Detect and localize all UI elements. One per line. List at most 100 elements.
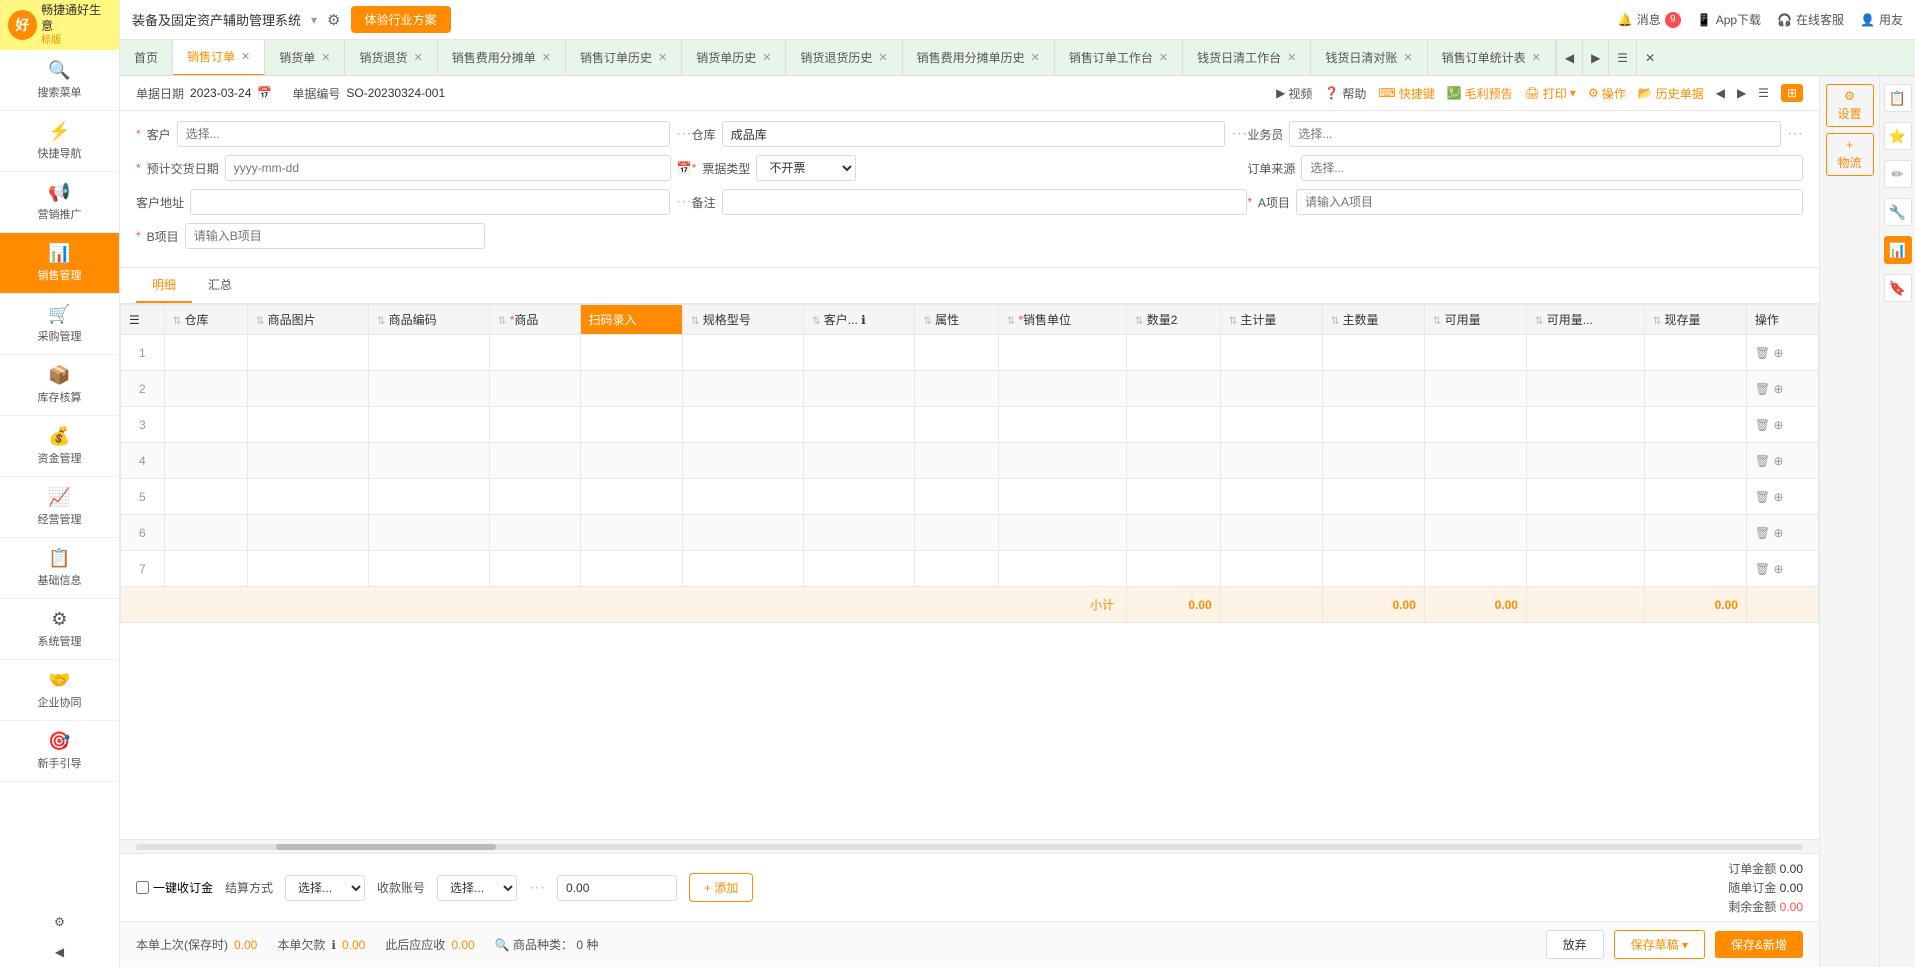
cell-avail2[interactable] bbox=[1526, 479, 1644, 515]
right-panel-icon-2[interactable]: ⭐ bbox=[1884, 122, 1912, 150]
salesperson-more-icon[interactable]: ··· bbox=[1787, 125, 1803, 143]
col-settings[interactable]: ☰ bbox=[121, 305, 165, 335]
cell-image[interactable] bbox=[247, 479, 368, 515]
tab-next-btn[interactable]: ▶ bbox=[1582, 40, 1608, 76]
copy-icon[interactable]: ⊕ bbox=[1774, 346, 1784, 360]
cell-main-qty[interactable] bbox=[1322, 371, 1424, 407]
tab-order-workbench[interactable]: 销售订单工作台 ✕ bbox=[1055, 40, 1183, 76]
cell-goods[interactable] bbox=[489, 443, 580, 479]
cell-stock[interactable] bbox=[1644, 371, 1746, 407]
cell-image[interactable] bbox=[247, 371, 368, 407]
tab-close-icon[interactable]: ✕ bbox=[241, 50, 250, 63]
notice-btn[interactable]: 🔔 消息 9 bbox=[1618, 11, 1681, 28]
cell-attr[interactable] bbox=[915, 335, 998, 371]
cell-customer-code[interactable] bbox=[804, 335, 915, 371]
delete-icon[interactable]: 🗑 bbox=[1755, 418, 1770, 432]
cell-scan[interactable] bbox=[580, 515, 683, 551]
scroll-hint[interactable] bbox=[120, 839, 1819, 853]
nav-prev-btn[interactable]: ◀ bbox=[1716, 86, 1725, 100]
cell-code[interactable] bbox=[368, 443, 489, 479]
cell-qty2[interactable] bbox=[1127, 443, 1221, 479]
scroll-track[interactable] bbox=[136, 844, 1803, 850]
sidebar-item-search[interactable]: 🔍 搜索菜单 bbox=[0, 50, 119, 111]
payment-amount-input[interactable] bbox=[557, 875, 677, 901]
cell-action[interactable]: 🗑 ⊕ bbox=[1746, 335, 1818, 371]
cell-stock[interactable] bbox=[1644, 443, 1746, 479]
account-select[interactable]: 选择... bbox=[437, 875, 517, 901]
cell-qty2[interactable] bbox=[1127, 371, 1221, 407]
cell-spec[interactable] bbox=[683, 407, 804, 443]
cell-attr[interactable] bbox=[915, 443, 998, 479]
right-panel-icon-1[interactable]: 📋 bbox=[1884, 84, 1912, 112]
cell-action[interactable]: 🗑 ⊕ bbox=[1746, 407, 1818, 443]
right-panel-icon-4[interactable]: 🔧 bbox=[1884, 198, 1912, 226]
cell-customer-code[interactable] bbox=[804, 443, 915, 479]
tab-expense-history[interactable]: 销售费用分摊单历史 ✕ bbox=[903, 40, 1055, 76]
customer-input[interactable] bbox=[177, 121, 670, 147]
cell-goods[interactable] bbox=[489, 515, 580, 551]
gear-icon[interactable]: ⚙ bbox=[327, 11, 340, 29]
tab-close-all-btn[interactable]: ✕ bbox=[1636, 40, 1663, 76]
tab-delivery-history[interactable]: 销货单历史 ✕ bbox=[682, 40, 786, 76]
sidebar-item-finance[interactable]: 💰 资金管理 bbox=[0, 416, 119, 477]
cell-warehouse[interactable] bbox=[164, 479, 247, 515]
col-main-unit[interactable]: ⇅ 主计量 bbox=[1220, 305, 1322, 335]
cell-avail[interactable] bbox=[1424, 479, 1526, 515]
cell-goods[interactable] bbox=[489, 407, 580, 443]
cell-qty2[interactable] bbox=[1127, 407, 1221, 443]
b-project-input[interactable] bbox=[185, 223, 485, 249]
save-btn[interactable]: 保存&新增 bbox=[1715, 931, 1803, 958]
cell-customer-code[interactable] bbox=[804, 551, 915, 587]
order-source-input[interactable] bbox=[1301, 155, 1803, 181]
copy-icon[interactable]: ⊕ bbox=[1774, 562, 1784, 576]
sidebar-item-system[interactable]: ⚙ 系统管理 bbox=[0, 599, 119, 660]
col-customer-code[interactable]: ⇅ 客户... ℹ bbox=[804, 305, 915, 335]
scroll-thumb[interactable] bbox=[276, 844, 496, 850]
cell-image[interactable] bbox=[247, 551, 368, 587]
col-stock[interactable]: ⇅ 现存量 bbox=[1644, 305, 1746, 335]
tab-home[interactable]: 首页 bbox=[120, 40, 173, 76]
add-payment-btn[interactable]: + 添加 bbox=[689, 873, 753, 902]
cell-scan[interactable] bbox=[580, 371, 683, 407]
col-spec[interactable]: ⇅ 规格型号 bbox=[683, 305, 804, 335]
copy-icon[interactable]: ⊕ bbox=[1774, 490, 1784, 504]
payment-method-select[interactable]: 选择... bbox=[285, 875, 365, 901]
video-btn[interactable]: ▶ 视频 bbox=[1276, 85, 1312, 102]
cell-action[interactable]: 🗑 ⊕ bbox=[1746, 479, 1818, 515]
tab-close-icon[interactable]: ✕ bbox=[1403, 51, 1412, 64]
tab-close-icon[interactable]: ✕ bbox=[321, 51, 330, 64]
tab-menu-btn[interactable]: ☰ bbox=[1608, 40, 1636, 76]
one-click-checkbox-input[interactable] bbox=[136, 881, 149, 894]
profit-btn[interactable]: 💹 毛利预告 bbox=[1447, 85, 1513, 102]
sidebar-item-marketing[interactable]: 📢 营销推广 bbox=[0, 172, 119, 233]
tab-prev-btn[interactable]: ◀ bbox=[1556, 40, 1582, 76]
cell-qty2[interactable] bbox=[1127, 551, 1221, 587]
tab-close-icon[interactable]: ✕ bbox=[414, 51, 423, 64]
sidebar-item-operations[interactable]: 📈 经营管理 bbox=[0, 477, 119, 538]
cell-avail[interactable] bbox=[1424, 407, 1526, 443]
draft-dropdown-icon[interactable]: ▾ bbox=[1682, 938, 1688, 952]
history-btn[interactable]: 📂 历史单据 bbox=[1638, 85, 1704, 102]
col-image[interactable]: ⇅ 商品图片 bbox=[247, 305, 368, 335]
sidebar-item-enterprise[interactable]: 🤝 企业协同 bbox=[0, 660, 119, 721]
delete-icon[interactable]: 🗑 bbox=[1755, 346, 1770, 360]
sidebar-settings[interactable]: ⚙ bbox=[0, 907, 119, 937]
col-avail[interactable]: ⇅ 可用量 bbox=[1424, 305, 1526, 335]
delete-icon[interactable]: 🗑 bbox=[1755, 382, 1770, 396]
tab-daily-reconcile[interactable]: 钱货日清对账 ✕ bbox=[1311, 40, 1427, 76]
col-main-qty[interactable]: ⇅ 主数量 bbox=[1322, 305, 1424, 335]
cell-customer-code[interactable] bbox=[804, 515, 915, 551]
cell-action[interactable]: 🗑 ⊕ bbox=[1746, 443, 1818, 479]
cell-spec[interactable] bbox=[683, 335, 804, 371]
ops-btn[interactable]: ⚙ 操作 bbox=[1588, 85, 1626, 102]
tab-return-history[interactable]: 销货退货历史 ✕ bbox=[786, 40, 902, 76]
cell-attr[interactable] bbox=[915, 371, 998, 407]
date-value[interactable]: 2023-03-24 bbox=[190, 86, 251, 100]
cell-avail2[interactable] bbox=[1526, 443, 1644, 479]
sidebar-item-quicknav[interactable]: ⚡ 快捷导航 bbox=[0, 111, 119, 172]
sidebar-item-purchase[interactable]: 🛒 采购管理 bbox=[0, 294, 119, 355]
cell-main-unit[interactable] bbox=[1220, 407, 1322, 443]
cell-avail[interactable] bbox=[1424, 551, 1526, 587]
cell-avail2[interactable] bbox=[1526, 371, 1644, 407]
tab-close-icon[interactable]: ✕ bbox=[1287, 51, 1296, 64]
